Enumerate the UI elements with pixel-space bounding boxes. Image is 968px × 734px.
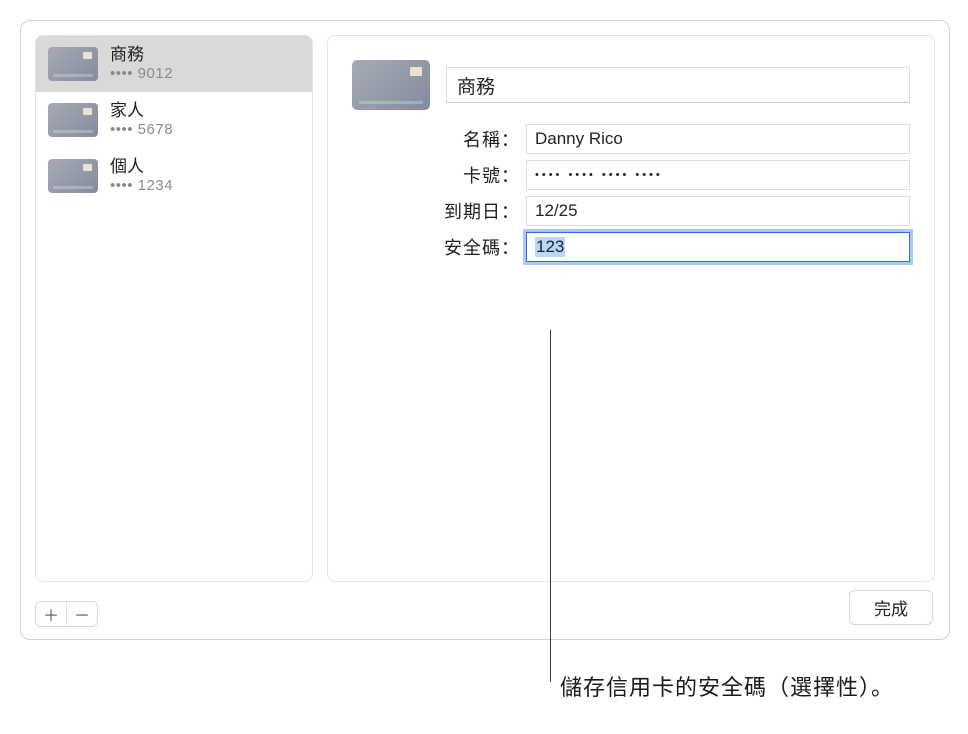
input-expiry[interactable] (526, 196, 910, 226)
sidebar-item-title: 個人 (110, 156, 173, 177)
cvv-selected-text: 123 (535, 237, 565, 257)
input-number[interactable] (526, 160, 910, 190)
sidebar-footer: ＋ － (21, 601, 98, 639)
add-button[interactable]: ＋ (36, 602, 66, 626)
label-name: 名稱： (410, 126, 520, 152)
add-remove-control: ＋ － (35, 601, 98, 627)
sidebar-item-text: 個人 •••• 1234 (110, 156, 173, 196)
callout-text: 儲存信用卡的安全碼（選擇性）。 (560, 670, 894, 702)
remove-button[interactable]: － (67, 602, 97, 626)
card-icon (48, 159, 98, 193)
sidebar-item-last4: •••• 1234 (110, 177, 173, 196)
card-icon (48, 103, 98, 137)
sidebar-item-title: 商務 (110, 44, 173, 65)
callout-leader-line (550, 330, 551, 682)
preferences-window: 商務 •••• 9012 家人 •••• 5678 個人 •••• 12 (20, 20, 950, 640)
card-list: 商務 •••• 9012 家人 •••• 5678 個人 •••• 12 (36, 36, 312, 581)
card-detail-panel: 名稱： 卡號： 到期日： 安全碼： 123 (327, 35, 935, 582)
sidebar-item-personal[interactable]: 個人 •••• 1234 (36, 148, 312, 204)
label-number: 卡號： (410, 162, 520, 188)
minus-icon: － (74, 602, 90, 626)
input-cvv[interactable]: 123 (526, 232, 910, 262)
window-footer: 完成 (849, 582, 949, 639)
sidebar-item-family[interactable]: 家人 •••• 5678 (36, 92, 312, 148)
main-area: 商務 •••• 9012 家人 •••• 5678 個人 •••• 12 (21, 21, 949, 582)
plus-icon: ＋ (43, 602, 59, 626)
card-title-input[interactable] (446, 67, 910, 103)
card-sidebar: 商務 •••• 9012 家人 •••• 5678 個人 •••• 12 (35, 35, 313, 582)
label-expiry: 到期日： (410, 198, 520, 224)
sidebar-item-business[interactable]: 商務 •••• 9012 (36, 36, 312, 92)
sidebar-item-last4: •••• 5678 (110, 121, 173, 140)
done-button[interactable]: 完成 (849, 590, 933, 625)
sidebar-item-text: 家人 •••• 5678 (110, 100, 173, 140)
card-title-row (352, 60, 910, 110)
sidebar-item-last4: •••• 9012 (110, 65, 173, 84)
card-icon (352, 60, 430, 110)
input-name[interactable] (526, 124, 910, 154)
sidebar-item-text: 商務 •••• 9012 (110, 44, 173, 84)
sidebar-item-title: 家人 (110, 100, 173, 121)
label-cvv: 安全碼： (410, 234, 520, 260)
card-form: 名稱： 卡號： 到期日： 安全碼： 123 (410, 124, 910, 262)
card-icon (48, 47, 98, 81)
